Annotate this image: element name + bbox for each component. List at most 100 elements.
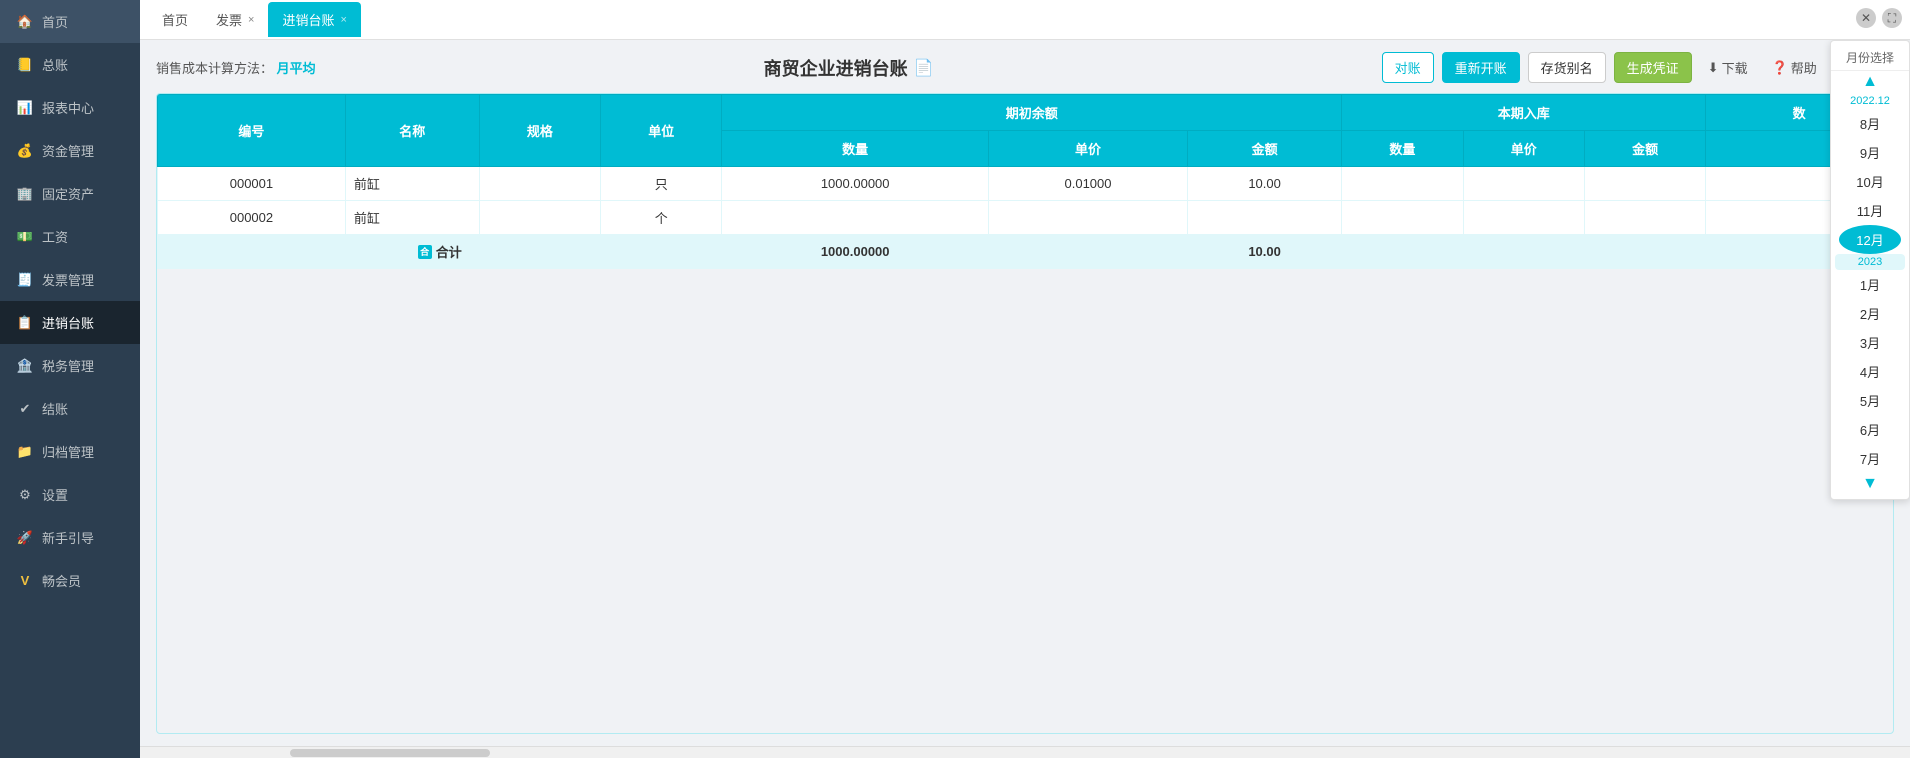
help-label: 帮助 (1791, 58, 1817, 77)
main-area: ✕ ⛶ 首页 发票 × 进销台账 × 销售成本计算方法： 月平均 商贸企业进销台… (140, 0, 1910, 758)
sidebar-item-tax[interactable]: 🏦 税务管理 (0, 344, 140, 387)
cell-name: 前缸 (345, 167, 479, 201)
reports-icon: 📊 (16, 100, 34, 116)
month-nav-up-button[interactable]: ▲ (1862, 73, 1878, 91)
cell-unit: 只 (601, 167, 722, 201)
tab-purchase-sales-close[interactable]: × (340, 14, 346, 26)
close-button[interactable]: ✕ (1856, 8, 1876, 28)
month-11[interactable]: 11月 (1831, 196, 1909, 225)
cost-method: 销售成本计算方法： 月平均 (156, 58, 316, 77)
sidebar-item-reports[interactable]: 📊 报表中心 (0, 86, 140, 129)
month-2[interactable]: 2月 (1831, 299, 1909, 328)
sidebar-item-vip[interactable]: V 畅会员 (0, 559, 140, 602)
reopen-button[interactable]: 重新开账 (1442, 52, 1520, 83)
sidebar-item-home[interactable]: 🏠 首页 (0, 0, 140, 43)
help-button[interactable]: ❓ 帮助 (1764, 53, 1825, 82)
download-button[interactable]: ⬇ 下载 (1700, 53, 1756, 82)
tab-purchase-sales[interactable]: 进销台账 × (268, 2, 360, 37)
cell-opening-qty: 1000.00000 (722, 167, 989, 201)
col-subheader-inbound-qty: 数量 (1342, 131, 1463, 167)
home-icon: 🏠 (16, 14, 34, 30)
sidebar-item-guide[interactable]: 🚀 新手引导 (0, 516, 140, 559)
month-4[interactable]: 4月 (1831, 357, 1909, 386)
download-label: 下载 (1722, 58, 1748, 77)
cell-unit: 个 (601, 201, 722, 235)
page-title: 商贸企业进销台账 (764, 55, 908, 81)
total-text: 合计 (436, 242, 462, 261)
total-label-cell: 合 合计 (158, 235, 722, 269)
sidebar-item-label: 畅会员 (42, 571, 81, 590)
doc-link-icon[interactable]: 📄 (914, 58, 934, 78)
sidebar-item-label: 归档管理 (42, 442, 94, 461)
month-3[interactable]: 3月 (1831, 328, 1909, 357)
total-opening-amount: 10.00 (1188, 235, 1342, 269)
maximize-button[interactable]: ⛶ (1882, 8, 1902, 28)
sidebar-item-wages[interactable]: 💵 工资 (0, 215, 140, 258)
data-table: 编号 名称 规格 单位 期初余额 本期入库 数 数量 单价 金额 数量 单价 (157, 94, 1893, 269)
sidebar-item-closing[interactable]: ✔ 结账 (0, 387, 140, 430)
month-9[interactable]: 9月 (1831, 138, 1909, 167)
match-button[interactable]: 对账 (1382, 52, 1434, 83)
cell-spec (479, 167, 600, 201)
window-controls: ✕ ⛶ (1856, 8, 1902, 28)
tab-invoices-close[interactable]: × (248, 14, 254, 26)
cell-inbound-amount (1584, 167, 1705, 201)
scroll-bar[interactable] (140, 746, 1910, 758)
cell-inbound-price (1463, 167, 1584, 201)
cost-method-label: 销售成本计算方法： (156, 61, 273, 76)
month-nav-up: ▲ (1831, 71, 1909, 93)
sidebar-item-archive[interactable]: 📁 归档管理 (0, 430, 140, 473)
month-5[interactable]: 5月 (1831, 386, 1909, 415)
invoices-icon: 🧾 (16, 272, 34, 288)
help-icon: ❓ (1772, 60, 1788, 76)
sidebar-item-assets[interactable]: 🏢 固定资产 (0, 172, 140, 215)
vip-icon: V (16, 573, 34, 588)
total-inbound-amount (1584, 235, 1705, 269)
sidebar-item-label: 工资 (42, 227, 68, 246)
ledger-icon: 📒 (16, 57, 34, 73)
tab-invoices[interactable]: 发票 × (202, 2, 268, 37)
sidebar-item-ledger[interactable]: 📒 总账 (0, 43, 140, 86)
total-opening-qty: 1000.00000 (722, 235, 989, 269)
total-icon: 合 (418, 245, 432, 259)
tab-home[interactable]: 首页 (148, 2, 202, 37)
cell-opening-amount: 10.00 (1188, 167, 1342, 201)
sidebar: 🏠 首页 📒 总账 📊 报表中心 💰 资金管理 🏢 固定资产 💵 工资 🧾 发票… (0, 0, 140, 758)
settings-icon: ⚙ (16, 487, 34, 503)
scroll-thumb[interactable] (290, 749, 490, 757)
sidebar-item-label: 总账 (42, 55, 68, 74)
funds-icon: 💰 (16, 143, 34, 159)
tabs-bar: 首页 发票 × 进销台账 × (140, 0, 1910, 40)
sidebar-item-label: 进销台账 (42, 313, 94, 332)
total-inbound-price (1463, 235, 1584, 269)
sidebar-item-label: 首页 (42, 12, 68, 31)
sidebar-item-purchase-sales[interactable]: 📋 进销台账 (0, 301, 140, 344)
col-subheader-opening-qty: 数量 (722, 131, 989, 167)
cell-spec (479, 201, 600, 235)
action-buttons: 对账 重新开账 存货别名 生成凭证 ⬇ 下载 ❓ 帮助 🔄 刷新 (1382, 52, 1894, 83)
cell-opening-qty (722, 201, 989, 235)
month-1[interactable]: 1月 (1831, 270, 1909, 299)
col-header-code: 编号 (158, 95, 346, 167)
month-8[interactable]: 8月 (1831, 109, 1909, 138)
sidebar-item-label: 发票管理 (42, 270, 94, 289)
month-10[interactable]: 10月 (1831, 167, 1909, 196)
month-nav-down-button[interactable]: ▼ (1862, 475, 1878, 493)
table-row[interactable]: 000002 前缸 个 (158, 201, 1893, 235)
sidebar-item-invoices[interactable]: 🧾 发票管理 (0, 258, 140, 301)
month-6[interactable]: 6月 (1831, 415, 1909, 444)
month-7[interactable]: 7月 (1831, 444, 1909, 473)
download-icon: ⬇ (1708, 60, 1719, 76)
sidebar-item-settings[interactable]: ⚙ 设置 (0, 473, 140, 516)
tab-purchase-sales-label: 进销台账 (282, 10, 334, 29)
month-12[interactable]: 12月 (1839, 225, 1901, 254)
cell-inbound-qty (1342, 167, 1463, 201)
table-row[interactable]: 000001 前缸 只 1000.00000 0.01000 10.00 (158, 167, 1893, 201)
cell-opening-price (988, 201, 1187, 235)
col-header-spec: 规格 (479, 95, 600, 167)
save-as-button[interactable]: 存货别名 (1528, 52, 1606, 83)
sidebar-item-label: 报表中心 (42, 98, 94, 117)
sidebar-item-funds[interactable]: 💰 资金管理 (0, 129, 140, 172)
generate-button[interactable]: 生成凭证 (1614, 52, 1692, 83)
total-row: 合 合计 1000.00000 10.00 (158, 235, 1893, 269)
